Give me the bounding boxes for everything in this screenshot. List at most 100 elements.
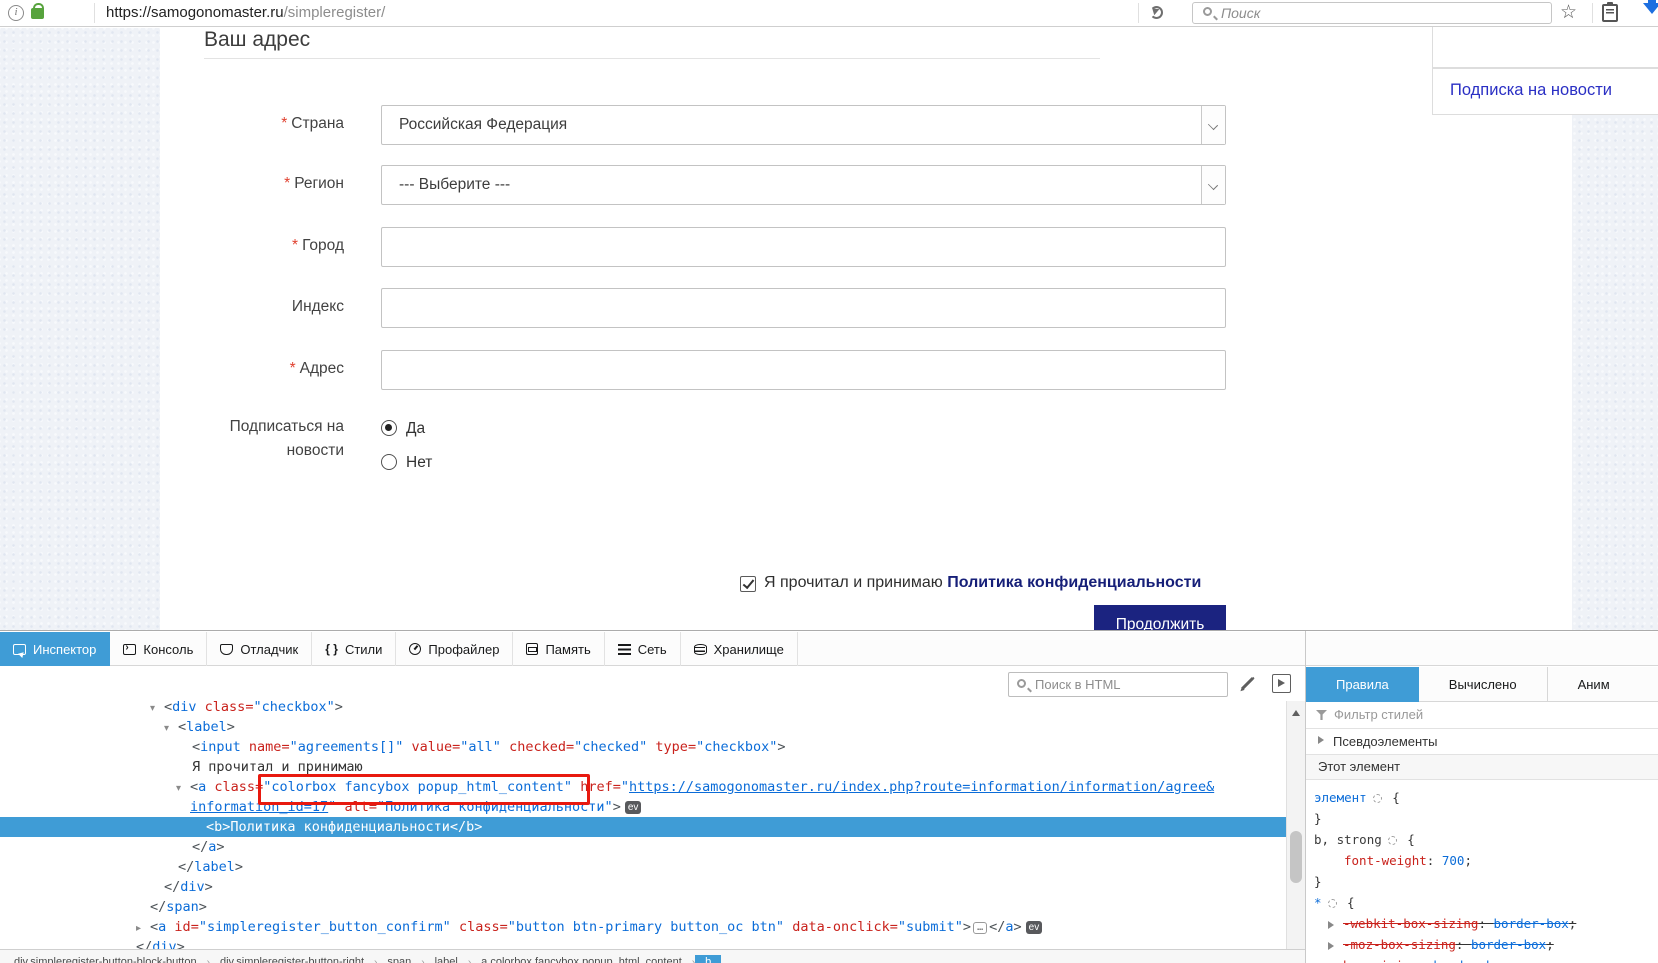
newsletter-no-label[interactable]: Нет (406, 454, 432, 472)
chevron-down-icon (1207, 119, 1219, 131)
braces-icon: { } (325, 642, 338, 656)
search-icon (1017, 679, 1026, 688)
breadcrumb-item[interactable]: div.simpleregister-button-right (210, 955, 374, 963)
tree-node[interactable]: </div> (0, 877, 1286, 897)
url-path: /simpleregister/ (283, 4, 386, 21)
tree-node[interactable]: </a> (0, 837, 1286, 857)
css-rule-line[interactable]: * { (1306, 892, 1658, 913)
field-label-postcode: Индекс (291, 298, 344, 315)
url-input[interactable]: https://samogonomaster.ru/simpleregister… (106, 4, 385, 21)
newsletter-label-line2: новости (286, 442, 344, 459)
divider (1592, 3, 1593, 23)
breadcrumb-item[interactable]: a.colorbox.fancybox.popup_html_content (471, 955, 692, 963)
css-rule-line[interactable]: -webkit-box-sizing: border-box; (1306, 913, 1658, 934)
tree-node[interactable]: </label> (0, 857, 1286, 877)
css-rule-line[interactable]: b, strong { (1306, 829, 1658, 850)
tab-storage[interactable]: Хранилище (681, 632, 798, 666)
field-label-address: * Адрес (289, 360, 344, 377)
profiler-icon (409, 643, 422, 655)
address-input[interactable] (381, 350, 1226, 390)
devtools-tab-bar: Инспектор Консоль Отладчик { }Стили Проф… (0, 632, 1658, 666)
tree-node[interactable]: </span> (0, 897, 1286, 917)
page-content: Ваш адрес * Страна Российская Федерация *… (160, 27, 1658, 645)
css-rule-line[interactable]: } (1306, 871, 1658, 892)
breadcrumb-item[interactable]: span (377, 955, 421, 963)
css-rule-line[interactable]: -moz-box-sizing: border-box; (1306, 934, 1658, 955)
html-search-input[interactable]: Поиск в HTML (1008, 672, 1228, 697)
country-value: Российская Федерация (399, 116, 568, 133)
https-lock-icon[interactable] (31, 3, 44, 19)
dropdown-button[interactable] (1201, 106, 1225, 144)
page-background: Ваш адрес * Страна Российская Федерация *… (0, 27, 1658, 645)
inspector-icon (13, 643, 26, 655)
pseudo-elements-row[interactable]: Псевдоэлементы (1306, 729, 1658, 755)
reload-icon[interactable] (1150, 6, 1163, 19)
url-host: https://samogonomaster.ru (106, 4, 284, 21)
newsletter-yes-label[interactable]: Да (406, 420, 425, 438)
field-label-region: * Регион (284, 175, 344, 192)
tree-scrollbar[interactable] (1286, 701, 1305, 963)
privacy-checkbox[interactable] (740, 576, 756, 592)
style-filter-input[interactable]: Фильтр стилей (1306, 702, 1658, 729)
css-rule-line[interactable]: } (1306, 808, 1658, 829)
tab-styles[interactable]: { } Стили (312, 632, 397, 666)
tree-node[interactable]: ▾ <label> (0, 717, 1286, 737)
sidebar-newsletter-link[interactable]: Подписка на новости (1450, 81, 1612, 100)
chevron-down-icon (1207, 179, 1219, 191)
download-icon[interactable] (1643, 0, 1658, 23)
tab-rules[interactable]: Правила (1306, 667, 1419, 702)
tab-profiler[interactable]: Профайлер (396, 632, 514, 666)
newsletter-yes-radio[interactable] (381, 420, 397, 436)
city-input[interactable] (381, 227, 1226, 267)
dropdown-button[interactable] (1201, 166, 1225, 204)
tab-computed[interactable]: Вычислено (1419, 667, 1547, 702)
reading-list-icon[interactable] (1602, 2, 1618, 22)
tree-node[interactable]: <input name="agreements[]" value="all" c… (0, 737, 1286, 757)
css-rule-line[interactable]: box-sizing: border-box; (1306, 955, 1658, 963)
postcode-input[interactable] (381, 288, 1226, 328)
tree-node[interactable]: Я прочитал и принимаю (0, 757, 1286, 777)
breadcrumb-item[interactable]: b (695, 955, 722, 963)
tab-memory[interactable]: Память (513, 632, 605, 666)
field-label-city: * Город (292, 237, 344, 254)
red-annotation-box (258, 774, 590, 805)
scrollbar-thumb[interactable] (1290, 831, 1302, 883)
browser-search-input[interactable]: Поиск (1192, 2, 1552, 24)
search-placeholder: Поиск (1221, 5, 1261, 21)
newsletter-no-radio[interactable] (381, 454, 397, 470)
debugger-icon (220, 643, 234, 655)
expander-icon[interactable] (1318, 736, 1328, 744)
breadcrumb-items[interactable]: div.simpleregister-button-block-button › d… (4, 955, 722, 963)
divider (1138, 3, 1139, 23)
tree-node[interactable]: ▾ <a class="colorbox fancybox popup_html_… (0, 777, 1286, 797)
html-tree[interactable]: ▾ <div class="checkbox"> ▾ <label> <input na… (0, 697, 1286, 963)
tab-animations[interactable]: Аним (1546, 667, 1640, 702)
this-element-header: Этот элемент (1306, 755, 1658, 780)
breadcrumb-item[interactable]: div.simpleregister-button-block-button (4, 955, 207, 963)
privacy-policy-link[interactable]: Политика конфиденциальности (947, 574, 1201, 591)
storage-icon (693, 643, 707, 655)
tab-debugger[interactable]: Отладчик (207, 632, 313, 666)
country-select[interactable]: Российская Федерация (381, 105, 1226, 145)
css-rule-line[interactable]: font-weight: 700; (1306, 850, 1658, 871)
split-console-icon[interactable] (1272, 674, 1291, 693)
css-rule-line[interactable]: элемент { (1306, 787, 1658, 808)
breadcrumb-item[interactable]: label (425, 955, 468, 963)
console-icon (123, 642, 137, 655)
tab-inspector[interactable]: Инспектор (0, 632, 111, 666)
divider (204, 58, 1100, 59)
tree-node[interactable]: information_id=17" alt="Политика конфиде… (0, 797, 1286, 817)
css-rules-list[interactable]: элемент {} b, strong {font-weight: 700;} *… (1306, 787, 1658, 963)
tree-node[interactable]: <b>Политика конфиденциальности</b> (0, 817, 1286, 837)
region-select[interactable]: --- Выберите --- (381, 165, 1226, 205)
tab-console[interactable]: Консоль (110, 632, 208, 666)
tree-node[interactable]: ▸ <a id="simpleregister_button_confirm" c… (0, 917, 1286, 937)
tree-node[interactable]: ▾ <div class="checkbox"> (0, 697, 1286, 717)
scroll-up-icon[interactable] (1292, 706, 1300, 716)
privacy-text: Я прочитал и принимаю Политика конфиденц… (764, 574, 1202, 591)
edit-pencil-icon[interactable] (1241, 677, 1254, 690)
site-info-icon[interactable]: i (8, 5, 24, 21)
browser-url-bar: i https://samogonomaster.ru/simpleregist… (0, 0, 1658, 27)
bookmark-star-icon[interactable]: ☆ (1560, 1, 1577, 24)
tab-network[interactable]: Сеть (605, 632, 681, 666)
